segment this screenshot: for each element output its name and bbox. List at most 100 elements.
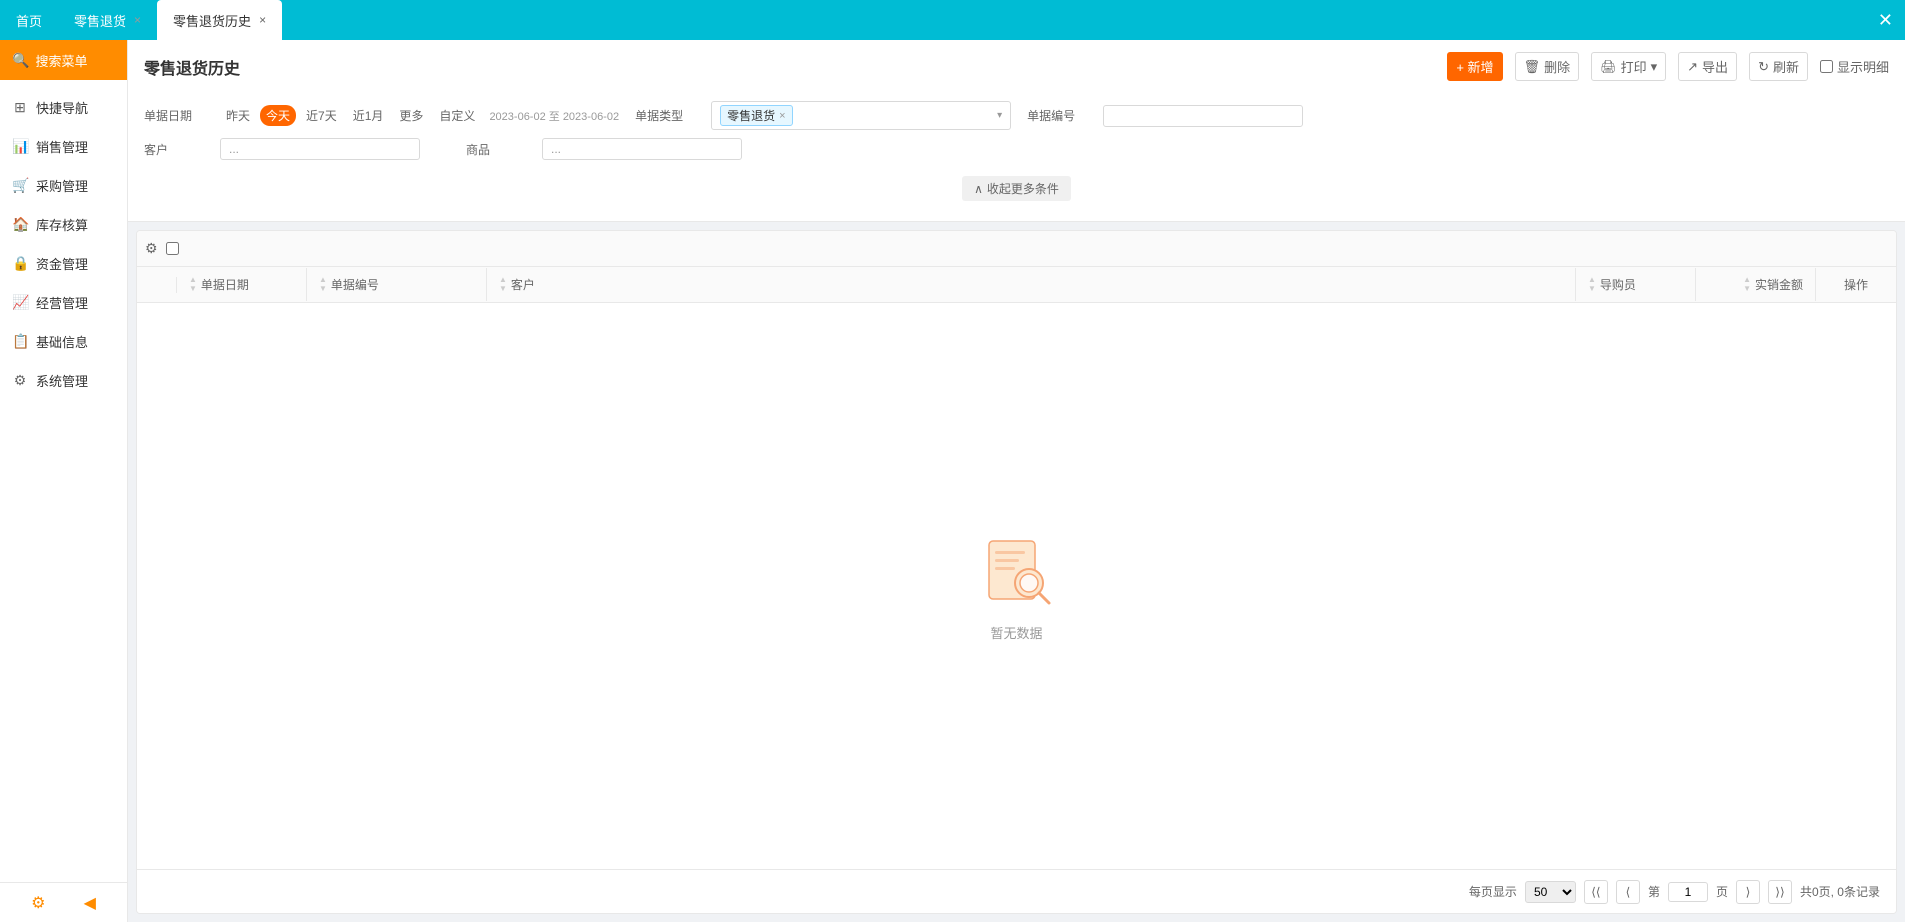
tab-retail-return-close[interactable]: ×: [134, 13, 141, 27]
page-number-input[interactable]: [1668, 882, 1708, 902]
tab-home[interactable]: 首页: [0, 0, 58, 40]
sidebar-item-finance[interactable]: 🔒 资金管理: [0, 244, 127, 283]
th-actions: 操作: [1816, 268, 1896, 301]
add-button[interactable]: + 新增: [1447, 52, 1502, 81]
sidebar-bottom: ⚙ ◀: [0, 882, 127, 922]
basic-info-icon: 📋: [12, 333, 28, 350]
per-page-label: 每页显示: [1469, 883, 1517, 900]
sidebar: 🔍 搜索菜单 ⊞ 快捷导航 📊 销售管理 🛒 采购管理 🏠 库存核算 🔒: [0, 40, 128, 922]
page-prev-btn[interactable]: ⟨: [1616, 880, 1640, 904]
order-num-input[interactable]: [1103, 105, 1303, 127]
date-btn-1month[interactable]: 近1月: [347, 105, 390, 126]
empty-text: 暂无数据: [990, 623, 1042, 642]
date-btn-yesterday[interactable]: 昨天: [220, 105, 256, 126]
quick-nav-icon: ⊞: [12, 99, 28, 116]
search-icon: 🔍: [12, 52, 29, 69]
th-checkbox: [137, 277, 177, 293]
table-settings-icon[interactable]: ⚙: [145, 240, 158, 257]
export-icon: ↗: [1687, 59, 1698, 75]
filter-row-1: 单据日期 昨天 今天 近7天 近1月 更多 自定义 2023-06-02 至 2…: [144, 101, 1889, 130]
delete-button[interactable]: 🗑 删除: [1515, 52, 1580, 81]
select-all-checkbox[interactable]: [166, 242, 179, 255]
empty-state: 暂无数据: [137, 303, 1896, 869]
sidebar-search[interactable]: 🔍 搜索菜单: [0, 40, 127, 80]
date-filter-label: 单据日期: [144, 107, 204, 124]
sidebar-item-purchase-mgmt[interactable]: 🛒 采购管理: [0, 166, 127, 205]
type-select[interactable]: 零售退货 × ▾: [711, 101, 1011, 130]
collapse-icon[interactable]: ◀: [84, 893, 96, 913]
date-range-text: 2023-06-02 至 2023-06-02: [489, 108, 619, 124]
print-chevron-icon: ▾: [1651, 59, 1658, 75]
th-date[interactable]: ▲▼ 单据日期: [177, 268, 307, 301]
date-sort-icon: ▲▼: [189, 276, 197, 293]
per-page-select[interactable]: 50 10 20 100: [1525, 881, 1576, 903]
sidebar-item-quick-nav[interactable]: ⊞ 快捷导航: [0, 88, 127, 127]
filter-area: 单据日期 昨天 今天 近7天 近1月 更多 自定义 2023-06-02 至 2…: [144, 93, 1889, 221]
th-order-num[interactable]: ▲▼ 单据编号: [307, 268, 487, 301]
guide-sort-icon: ▲▼: [1588, 276, 1596, 293]
display-detail-toggle[interactable]: 显示明细: [1820, 57, 1889, 76]
header-actions: + 新增 🗑 删除 🖨 打印 ▾ ↗ 导出 ↻: [1447, 52, 1889, 81]
delete-icon: 🗑: [1524, 59, 1541, 75]
customer-dots: ...: [229, 142, 239, 156]
order-num-filter-label: 单据编号: [1027, 107, 1087, 124]
goods-filter-input[interactable]: ...: [542, 138, 742, 160]
display-detail-checkbox[interactable]: [1820, 60, 1833, 73]
main-layout: 🔍 搜索菜单 ⊞ 快捷导航 📊 销售管理 🛒 采购管理 🏠 库存核算 🔒: [0, 40, 1905, 922]
collapse-btn[interactable]: ∧ 收起更多条件: [962, 176, 1071, 201]
filter-separator: ∧ 收起更多条件: [144, 168, 1889, 213]
export-button[interactable]: ↗ 导出: [1678, 52, 1737, 81]
customer-filter-input[interactable]: ...: [220, 138, 420, 160]
th-guide[interactable]: ▲▼ 导购员: [1576, 268, 1696, 301]
table-toolbar: ⚙: [137, 231, 1896, 267]
date-btn-custom[interactable]: 自定义: [433, 105, 481, 126]
refresh-icon: ↻: [1758, 59, 1769, 75]
page-next-btn[interactable]: ⟩: [1736, 880, 1760, 904]
type-chevron-icon: ▾: [997, 110, 1002, 121]
goods-dots: ...: [551, 142, 561, 156]
total-info: 共0页, 0条记录: [1800, 883, 1880, 900]
type-tag-close[interactable]: ×: [779, 110, 785, 122]
purchase-icon: 🛒: [12, 177, 28, 194]
tab-retail-return-history[interactable]: 零售退货历史 ×: [157, 0, 282, 40]
order-num-sort-icon: ▲▼: [319, 276, 327, 293]
date-btn-7days[interactable]: 近7天: [300, 105, 343, 126]
th-amount[interactable]: ▲▼ 实销金额: [1696, 268, 1816, 301]
refresh-button[interactable]: ↻ 刷新: [1749, 52, 1808, 81]
amount-sort-icon: ▲▼: [1743, 276, 1751, 293]
type-filter-label: 单据类型: [635, 107, 695, 124]
customer-sort-icon: ▲▼: [499, 276, 507, 293]
print-icon: 🖨: [1600, 59, 1617, 75]
date-btn-today[interactable]: 今天: [260, 105, 296, 126]
page-header: 零售退货历史 + 新增 🗑 删除 🖨 打印 ▾ ↗ 导出: [128, 40, 1905, 222]
empty-icon: [977, 531, 1057, 611]
page-last-btn[interactable]: ⟩⟩: [1768, 880, 1792, 904]
tab-retail-return-history-close[interactable]: ×: [259, 13, 266, 27]
table-header: ▲▼ 单据日期 ▲▼ 单据编号 ▲▼ 客户: [137, 267, 1896, 303]
tab-bar: 首页 零售退货 × 零售退货历史 × ✕: [0, 0, 1905, 40]
tab-retail-return[interactable]: 零售退货 ×: [58, 0, 157, 40]
print-button[interactable]: 🖨 打印 ▾: [1591, 52, 1666, 81]
date-btn-more[interactable]: 更多: [393, 105, 429, 126]
sidebar-item-basic-info[interactable]: 📋 基础信息: [0, 322, 127, 361]
sidebar-item-sales-mgmt[interactable]: 📊 销售管理: [0, 127, 127, 166]
page-title: 零售退货历史: [144, 55, 240, 79]
customer-filter-label: 客户: [144, 141, 204, 158]
sidebar-item-inventory[interactable]: 🏠 库存核算: [0, 205, 127, 244]
sidebar-item-operations[interactable]: 📈 经营管理: [0, 283, 127, 322]
window-close-btn[interactable]: ✕: [1866, 0, 1905, 40]
goods-filter-label: 商品: [466, 141, 526, 158]
sidebar-item-system-mgmt[interactable]: ⚙ 系统管理: [0, 361, 127, 400]
sidebar-nav: ⊞ 快捷导航 📊 销售管理 🛒 采购管理 🏠 库存核算 🔒 资金管理 📈: [0, 80, 127, 882]
content-area: 零售退货历史 + 新增 🗑 删除 🖨 打印 ▾ ↗ 导出: [128, 40, 1905, 922]
page-first-btn[interactable]: ⟨⟨: [1584, 880, 1608, 904]
settings-icon[interactable]: ⚙: [31, 893, 45, 913]
sales-icon: 📊: [12, 138, 28, 155]
pagination: 每页显示 50 10 20 100 ⟨⟨ ⟨ 第 页 ⟩ ⟩⟩ 共0页, 0条记…: [137, 869, 1896, 913]
type-tag: 零售退货 ×: [720, 105, 792, 126]
date-shortcuts: 昨天 今天 近7天 近1月 更多 自定义 2023-06-02 至 2023-0…: [220, 105, 619, 126]
finance-icon: 🔒: [12, 255, 28, 272]
page-label: 第: [1648, 883, 1660, 900]
th-customer[interactable]: ▲▼ 客户: [487, 268, 1576, 301]
table-section: ⚙ ▲▼ 单据日期 ▲▼ 单据编号: [136, 230, 1897, 914]
